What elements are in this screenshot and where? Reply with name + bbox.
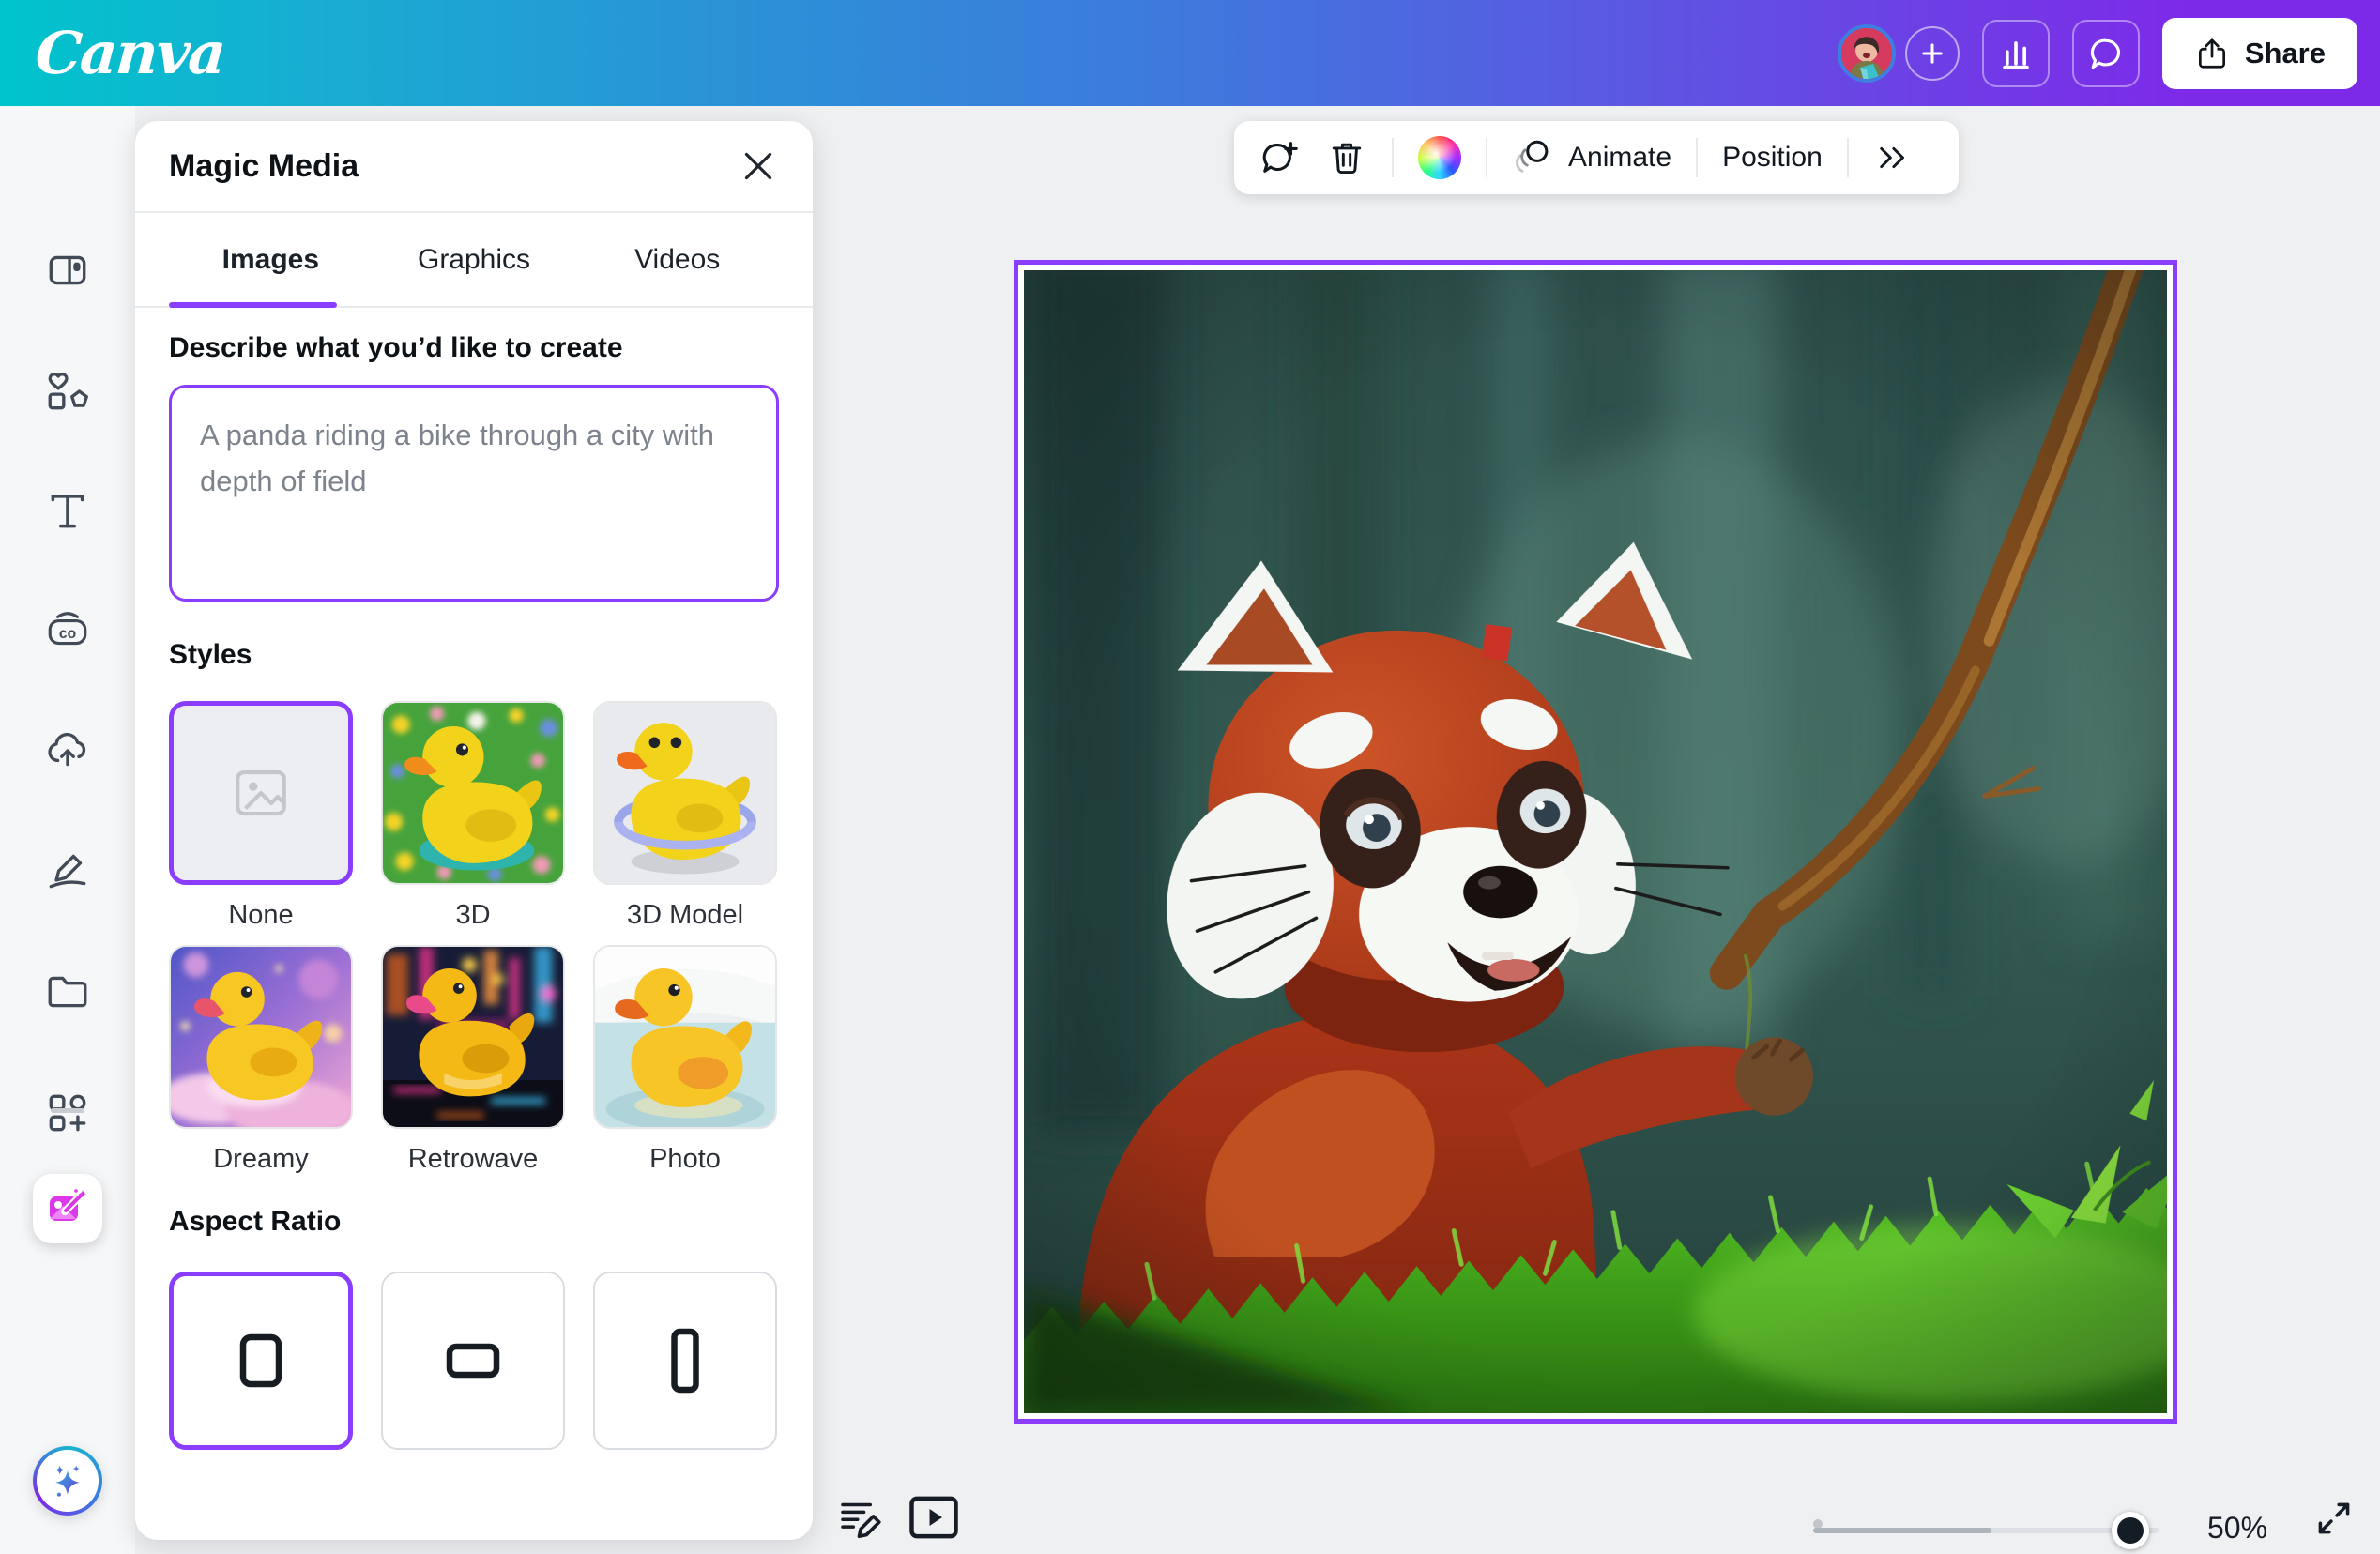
close-panel-button[interactable] <box>738 145 779 187</box>
style-thumb-retrowave <box>383 947 563 1127</box>
style-thumb-3d <box>383 703 563 883</box>
style-tile-photo[interactable] <box>593 945 777 1129</box>
describe-heading: Describe what you’d like to create <box>169 332 779 364</box>
topbar-actions: Share <box>1838 0 2357 106</box>
toolbar-separator <box>1696 138 1698 177</box>
zoom-level: 50% <box>2207 1511 2267 1546</box>
present-button[interactable] <box>908 1493 960 1546</box>
share-label: Share <box>2245 37 2326 70</box>
style-tile-3d-model[interactable] <box>593 701 777 885</box>
generated-red-panda-image <box>1024 270 2167 1413</box>
toolbar-separator <box>1392 138 1394 177</box>
style-label: Photo <box>649 1144 721 1183</box>
canva-editor: Canva <box>0 0 2380 1554</box>
close-icon <box>744 152 772 180</box>
sidebar-item-uploads[interactable] <box>41 724 94 777</box>
panel-tabs: Images Graphics Videos <box>135 213 813 308</box>
style-tile-retrowave[interactable] <box>381 945 565 1129</box>
magic-media-icon <box>45 1186 90 1231</box>
avatar[interactable] <box>1838 24 1896 83</box>
tab-videos[interactable]: Videos <box>575 213 779 306</box>
image-placeholder-icon <box>230 762 292 824</box>
sparkles-icon <box>47 1460 88 1501</box>
style-tile-3d[interactable] <box>381 701 565 885</box>
toolbar-separator <box>1847 138 1849 177</box>
add-member-button[interactable] <box>1905 26 1960 81</box>
panel-body: Describe what you’d like to create Style… <box>135 308 813 1450</box>
sidebar: co <box>0 106 135 1554</box>
share-button[interactable]: Share <box>2162 18 2357 89</box>
aspect-ratio-options <box>169 1272 779 1450</box>
double-chevron-right-icon <box>1873 138 1913 177</box>
plus-icon <box>1914 35 1951 72</box>
object-toolbar: Animate Position <box>1234 121 1959 194</box>
toolbar-separator <box>1486 138 1488 177</box>
zoom-slider-fill <box>1813 1528 1991 1533</box>
styles-grid: None <box>169 701 779 1183</box>
portrait-ratio-icon <box>671 1328 699 1394</box>
style-thumb-dreamy <box>171 947 351 1127</box>
sidebar-item-brand[interactable]: co <box>41 605 94 658</box>
style-option-3d-model: 3D Model <box>593 701 777 939</box>
sidebar-item-design[interactable] <box>41 244 94 297</box>
magic-media-panel: Magic Media Images Graphics Videos Descr… <box>135 121 813 1540</box>
style-thumb-3d-model <box>595 703 775 883</box>
sidebar-item-projects[interactable] <box>41 965 94 1017</box>
insights-button[interactable] <box>1982 20 2050 87</box>
sidebar-item-draw[interactable] <box>41 844 94 896</box>
top-bar: Canva <box>0 0 2380 106</box>
aspect-option-square[interactable] <box>169 1272 353 1450</box>
bar-chart-icon <box>1995 33 2037 74</box>
style-label: Dreamy <box>213 1144 309 1183</box>
panel-header: Magic Media <box>135 121 813 213</box>
sidebar-item-magic-media[interactable] <box>33 1174 102 1243</box>
avatar-image <box>1841 28 1892 79</box>
style-tile-dreamy[interactable] <box>169 945 353 1129</box>
aspect-option-portrait[interactable] <box>593 1272 777 1450</box>
delete-button[interactable] <box>1326 137 1367 178</box>
square-ratio-icon <box>239 1333 282 1388</box>
style-thumb-photo <box>595 947 775 1127</box>
styles-heading: Styles <box>169 639 779 671</box>
sidebar-divider <box>51 1108 84 1113</box>
style-option-retrowave: Retrowave <box>381 945 565 1183</box>
tab-graphics[interactable]: Graphics <box>373 213 576 306</box>
svg-text:co: co <box>59 626 76 642</box>
style-option-photo: Photo <box>593 945 777 1183</box>
aspect-ratio-heading: Aspect Ratio <box>169 1206 779 1238</box>
sidebar-item-text[interactable] <box>41 485 94 538</box>
comment-bubble-icon <box>2085 33 2127 74</box>
style-option-3d: 3D <box>381 701 565 939</box>
style-option-none: None <box>169 701 353 939</box>
tab-images[interactable]: Images <box>169 213 373 306</box>
color-picker-button[interactable] <box>1418 136 1461 179</box>
assistant-button[interactable] <box>33 1446 102 1516</box>
notes-button[interactable] <box>834 1492 885 1547</box>
position-button[interactable]: Position <box>1722 142 1823 174</box>
zoom-slider-handle[interactable] <box>2112 1512 2149 1549</box>
share-icon <box>2194 36 2230 71</box>
canvas-page[interactable] <box>1014 260 2177 1424</box>
sidebar-item-apps[interactable] <box>41 1087 94 1139</box>
style-option-dreamy: Dreamy <box>169 945 353 1183</box>
animate-icon <box>1512 136 1555 179</box>
prompt-input[interactable] <box>169 385 779 602</box>
style-label: None <box>228 900 293 939</box>
zoom-slider[interactable] <box>1813 1510 2159 1551</box>
style-tile-none[interactable] <box>169 701 353 885</box>
panel-title: Magic Media <box>169 148 359 185</box>
style-label: Retrowave <box>408 1144 539 1183</box>
more-tools-button[interactable] <box>1873 138 1913 177</box>
style-label: 3D Model <box>627 900 743 939</box>
sidebar-item-elements[interactable] <box>41 365 94 418</box>
animate-button[interactable]: Animate <box>1512 136 1671 179</box>
style-label: 3D <box>455 900 490 939</box>
landscape-ratio-icon <box>446 1343 500 1379</box>
canva-logo[interactable]: Canva <box>33 19 226 87</box>
animate-label: Animate <box>1568 142 1671 174</box>
add-comment-button[interactable] <box>1259 136 1302 179</box>
comments-button[interactable] <box>2072 20 2140 87</box>
fullscreen-button[interactable] <box>2311 1495 2357 1546</box>
aspect-option-landscape[interactable] <box>381 1272 565 1450</box>
